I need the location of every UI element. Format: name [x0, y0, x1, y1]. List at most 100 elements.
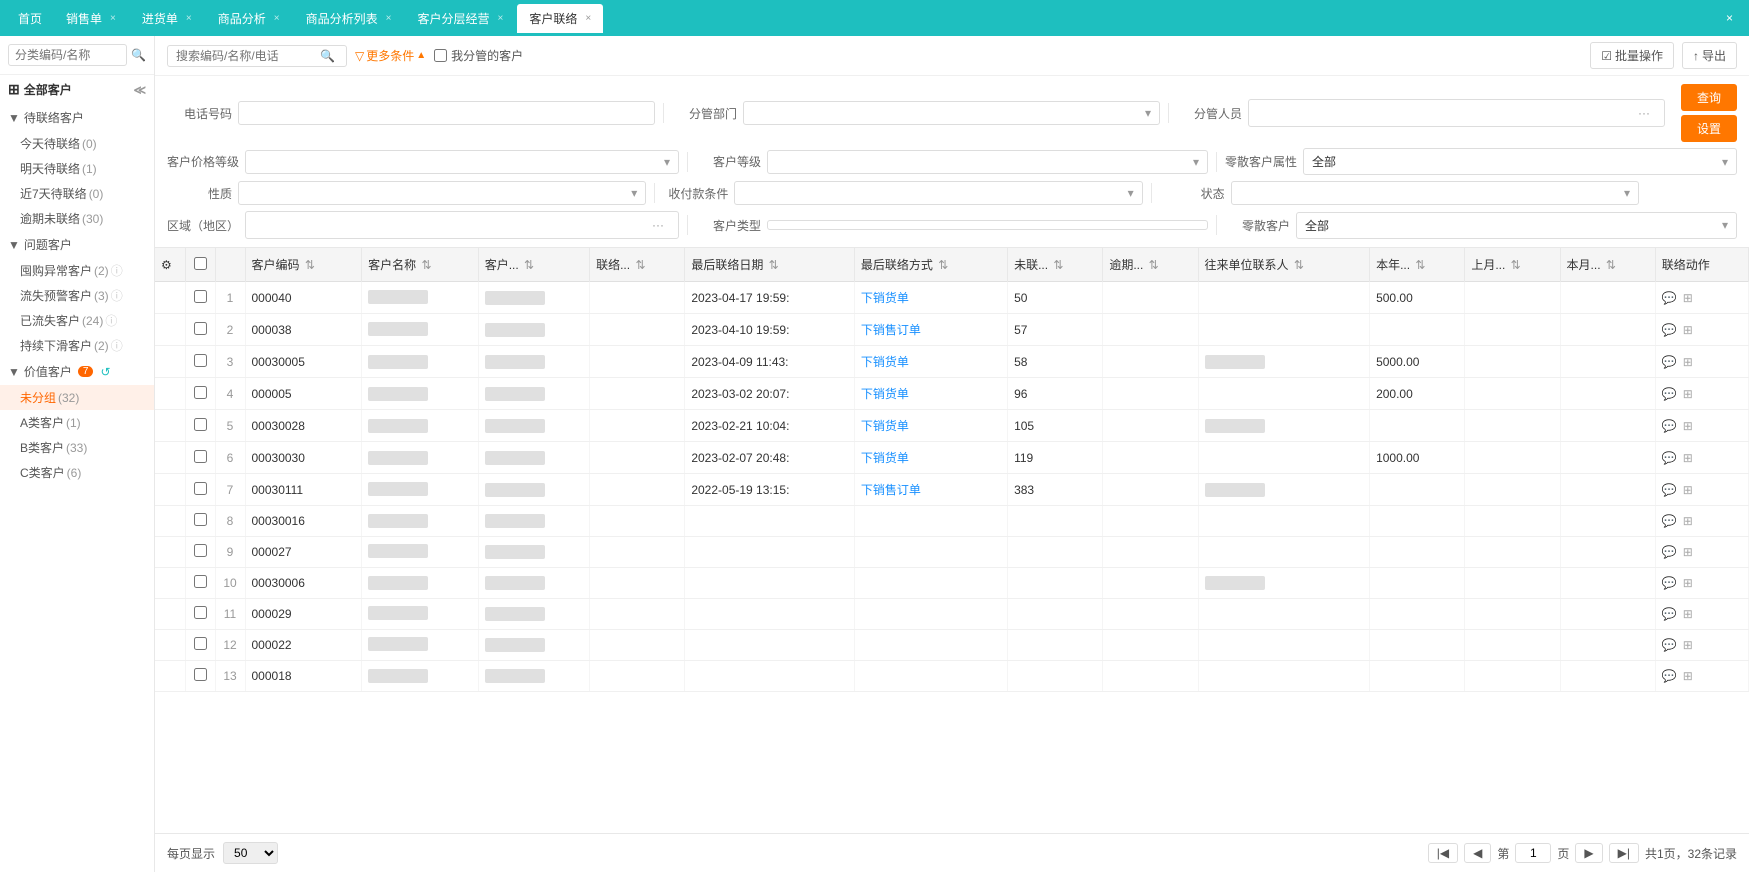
- grid-action-icon[interactable]: ⊞: [1683, 355, 1693, 369]
- row-checkbox-cell[interactable]: [185, 537, 215, 568]
- no-contact-column-header[interactable]: 未联... ⇅: [1008, 248, 1103, 282]
- payment-select[interactable]: ▾: [734, 181, 1142, 205]
- query-button[interactable]: 查询: [1681, 84, 1737, 111]
- grid-action-icon[interactable]: ⊞: [1683, 419, 1693, 433]
- sidebar-item-class-b[interactable]: B类客户 (33): [0, 435, 154, 460]
- contact-method-link[interactable]: 下销货单: [861, 355, 909, 369]
- search-input[interactable]: [176, 49, 316, 63]
- row-checkbox[interactable]: [194, 354, 207, 367]
- grid-action-icon[interactable]: ⊞: [1683, 576, 1693, 590]
- chat-icon[interactable]: 💬: [1662, 451, 1677, 465]
- status-select[interactable]: ▾: [1231, 181, 1639, 205]
- sidebar-item-lost[interactable]: 已流失客户 (24) ⓘ: [0, 308, 154, 333]
- close-product-analysis-tab-icon[interactable]: ×: [274, 13, 280, 24]
- chat-icon[interactable]: 💬: [1662, 607, 1677, 621]
- my-customers-check[interactable]: [434, 49, 447, 62]
- sidebar-item-class-a[interactable]: A类客户 (1): [0, 410, 154, 435]
- customer-type-select[interactable]: [767, 220, 1208, 230]
- sidebar-item-overdue[interactable]: 逾期未联络 (30): [0, 206, 154, 231]
- grid-action-icon[interactable]: ⊞: [1683, 514, 1693, 528]
- this-month-column-header[interactable]: 本月... ⇅: [1560, 248, 1655, 282]
- sidebar-all-customers[interactable]: ⊞ 全部客户 ≪: [0, 75, 154, 104]
- last-contact-date-column-header[interactable]: 最后联络日期 ⇅: [685, 248, 855, 282]
- settings-column-header[interactable]: ⚙: [155, 248, 185, 282]
- row-checkbox[interactable]: [194, 606, 207, 619]
- this-year-column-header[interactable]: 本年... ⇅: [1370, 248, 1465, 282]
- ellipsis-icon-2[interactable]: ···: [646, 216, 670, 234]
- row-checkbox[interactable]: [194, 513, 207, 526]
- row-checkbox[interactable]: [194, 544, 207, 557]
- row-checkbox-cell[interactable]: [185, 630, 215, 661]
- row-checkbox-cell[interactable]: [185, 410, 215, 442]
- contact-method-link[interactable]: 下销售订单: [861, 323, 921, 337]
- region-select[interactable]: ···: [245, 211, 679, 239]
- page-number-input[interactable]: [1515, 843, 1551, 863]
- sidebar-search-icon[interactable]: 🔍: [131, 48, 146, 62]
- sidebar-item-class-c[interactable]: C类客户 (6): [0, 460, 154, 485]
- contact-method-link[interactable]: 下销货单: [861, 291, 909, 305]
- sidebar-search-input[interactable]: [8, 44, 127, 66]
- grid-action-icon[interactable]: ⊞: [1683, 387, 1693, 401]
- grid-action-icon[interactable]: ⊞: [1683, 451, 1693, 465]
- row-checkbox-cell[interactable]: [185, 474, 215, 506]
- type-column-header[interactable]: 客户... ⇅: [478, 248, 589, 282]
- tab-customer-segment[interactable]: 客户分层经营 ×: [405, 4, 515, 33]
- search-icon[interactable]: 🔍: [320, 49, 335, 63]
- last-contact-method-column-header[interactable]: 最后联络方式 ⇅: [854, 248, 1007, 282]
- close-product-analysis-list-tab-icon[interactable]: ×: [386, 13, 392, 24]
- row-checkbox[interactable]: [194, 386, 207, 399]
- grid-action-icon[interactable]: ⊞: [1683, 545, 1693, 559]
- scatter-attr-select[interactable]: 全部 ▾: [1303, 148, 1737, 175]
- chat-icon[interactable]: 💬: [1662, 514, 1677, 528]
- grid-action-icon[interactable]: ⊞: [1683, 323, 1693, 337]
- chat-icon[interactable]: 💬: [1662, 387, 1677, 401]
- row-checkbox-cell[interactable]: [185, 346, 215, 378]
- contact-column-header[interactable]: 联络... ⇅: [590, 248, 685, 282]
- overdue-column-header[interactable]: 逾期... ⇅: [1103, 248, 1198, 282]
- chat-icon[interactable]: 💬: [1662, 291, 1677, 305]
- tab-sales[interactable]: 销售单 ×: [54, 4, 128, 33]
- last-page-button[interactable]: ▶|: [1609, 843, 1639, 863]
- row-checkbox-cell[interactable]: [185, 661, 215, 692]
- row-checkbox-cell[interactable]: [185, 314, 215, 346]
- row-checkbox-cell[interactable]: [185, 378, 215, 410]
- grid-action-icon[interactable]: ⊞: [1683, 607, 1693, 621]
- name-column-header[interactable]: 客户名称 ⇅: [362, 248, 479, 282]
- chat-icon[interactable]: 💬: [1662, 576, 1677, 590]
- sidebar-item-ungroup[interactable]: 未分组 (32): [0, 385, 154, 410]
- sidebar-item-tomorrow[interactable]: 明天待联络 (1): [0, 156, 154, 181]
- customer-level-select[interactable]: ▾: [767, 150, 1208, 174]
- grid-action-icon[interactable]: ⊞: [1683, 638, 1693, 652]
- sidebar-group-problem[interactable]: ▼ 问题客户: [0, 231, 154, 258]
- phone-input[interactable]: [238, 101, 655, 125]
- chat-icon[interactable]: 💬: [1662, 638, 1677, 652]
- grid-action-icon[interactable]: ⊞: [1683, 291, 1693, 305]
- window-close-button[interactable]: ×: [1718, 7, 1741, 29]
- chat-icon[interactable]: 💬: [1662, 355, 1677, 369]
- chat-icon[interactable]: 💬: [1662, 323, 1677, 337]
- sidebar-item-declining[interactable]: 持续下滑客户 (2) ⓘ: [0, 333, 154, 358]
- scatter-select[interactable]: 全部 ▾: [1296, 212, 1737, 239]
- sidebar-item-today[interactable]: 今天待联络 (0): [0, 131, 154, 156]
- more-conditions-button[interactable]: ▽ 更多条件 ▲: [355, 47, 426, 64]
- chat-icon[interactable]: 💬: [1662, 419, 1677, 433]
- dept-select[interactable]: ▾: [743, 101, 1160, 125]
- nature-select[interactable]: ▾: [238, 181, 646, 205]
- sidebar-group-pending[interactable]: ▼ 待联络客户: [0, 104, 154, 131]
- grid-action-icon[interactable]: ⊞: [1683, 669, 1693, 683]
- next-page-button[interactable]: ▶: [1575, 843, 1602, 863]
- chat-icon[interactable]: 💬: [1662, 483, 1677, 497]
- row-checkbox[interactable]: [194, 450, 207, 463]
- sidebar-item-warning[interactable]: 流失预警客户 (3) ⓘ: [0, 283, 154, 308]
- grid-action-icon[interactable]: ⊞: [1683, 483, 1693, 497]
- tab-purchase[interactable]: 进货单 ×: [130, 4, 204, 33]
- my-customers-checkbox[interactable]: 我分管的客户: [434, 47, 523, 64]
- last-month-column-header[interactable]: 上月... ⇅: [1465, 248, 1560, 282]
- contact-method-link[interactable]: 下销货单: [861, 451, 909, 465]
- row-checkbox-cell[interactable]: [185, 568, 215, 599]
- close-purchase-tab-icon[interactable]: ×: [186, 13, 192, 24]
- batch-op-button[interactable]: ☑ 批量操作: [1590, 42, 1674, 69]
- select-all-checkbox[interactable]: [194, 257, 207, 270]
- prev-page-button[interactable]: ◀: [1464, 843, 1491, 863]
- row-checkbox[interactable]: [194, 322, 207, 335]
